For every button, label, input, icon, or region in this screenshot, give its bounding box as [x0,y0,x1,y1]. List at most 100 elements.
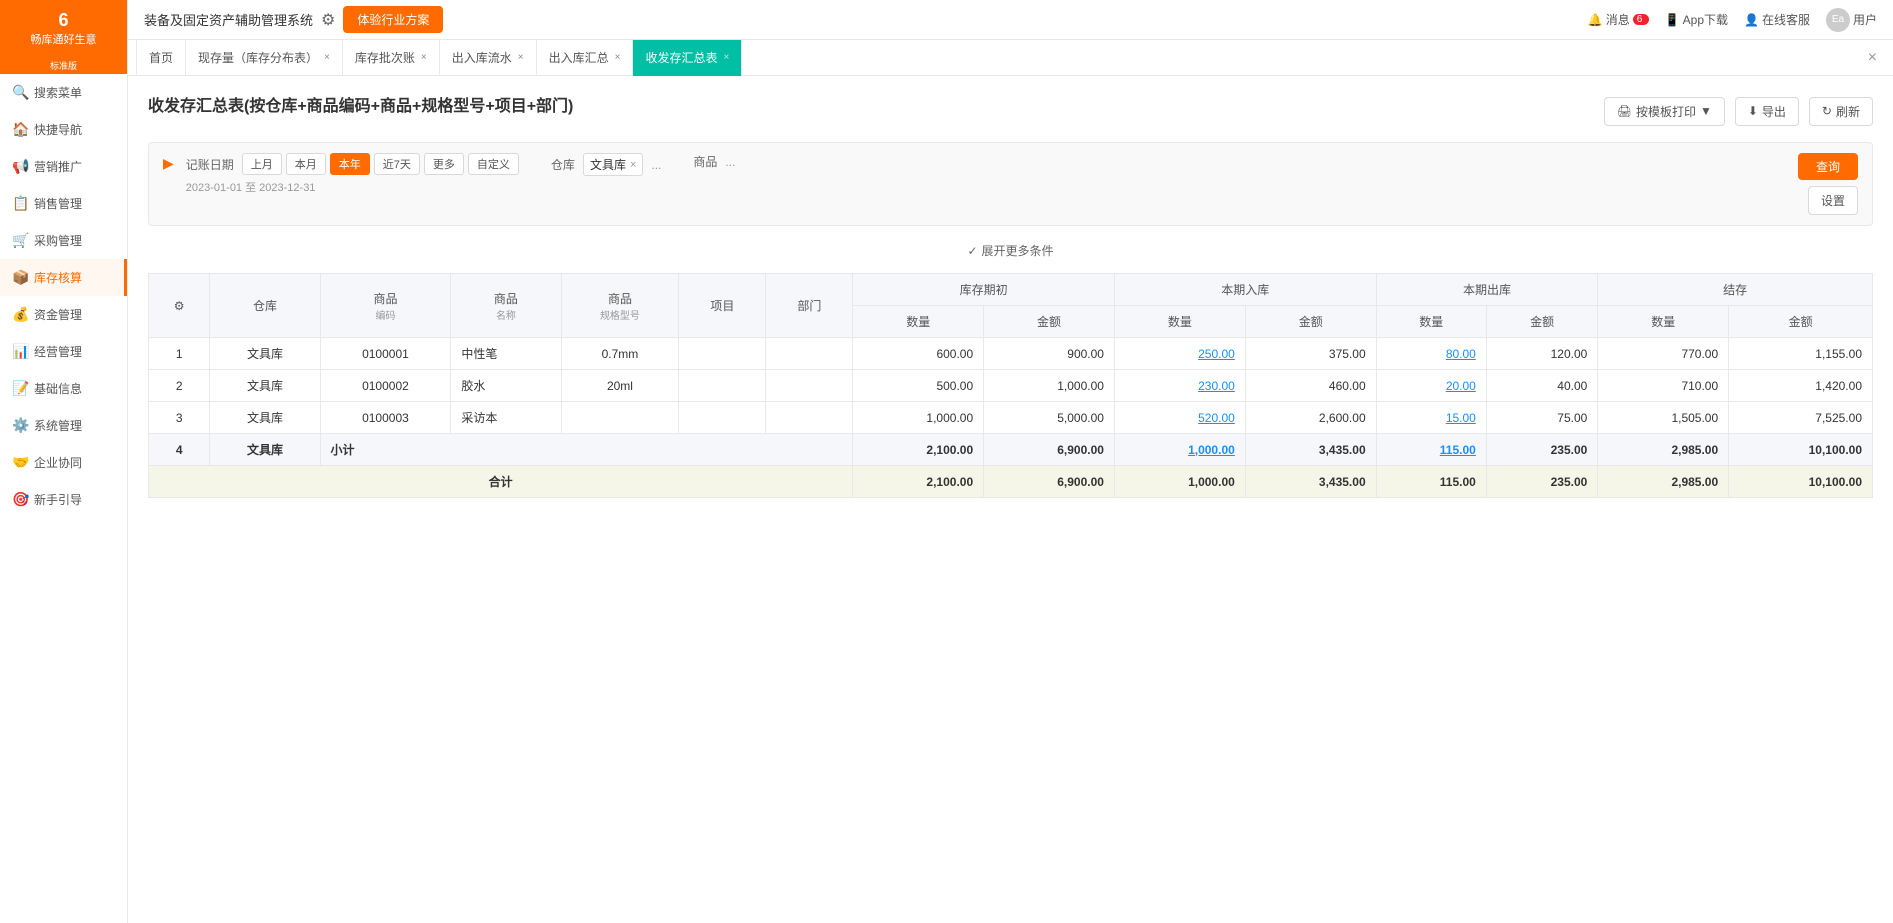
query-button[interactable]: 查询 [1798,153,1858,180]
sidebar-label-operations: 经营管理 [34,343,82,360]
sidebar-item-basic-info[interactable]: 📝 基础信息 [0,370,127,407]
th-name-sub: 名称 [461,307,550,322]
date-btn-more[interactable]: 更多 [424,153,464,175]
th-settings[interactable]: ⚙ [149,274,210,338]
row-open-qty: 500.00 [853,370,984,402]
tab-in-out-summary-close[interactable]: × [615,52,621,63]
message-btn[interactable]: 🔔 消息 6 [1588,11,1649,28]
total-label: 合计 [149,466,853,498]
service-icon: 👤 [1744,13,1759,27]
filter-toggle-arrow[interactable]: ▶ [163,155,174,172]
tab-in-out-flow-close[interactable]: × [518,52,524,63]
print-button[interactable]: 🖨 按模板打印 ▼ [1604,97,1725,126]
row-warehouse: 文具库 [210,338,320,370]
set-button[interactable]: 设置 [1808,186,1858,215]
tabs-close-all-btn[interactable]: × [1860,49,1885,67]
sidebar-label-purchase: 采购管理 [34,232,82,249]
date-filter-label: 记账日期 [186,156,234,173]
row-dept [766,370,853,402]
user-area[interactable]: Ea 用户 [1826,8,1877,32]
row-open-amt: 1,000.00 [984,370,1115,402]
warehouse-tag-remove[interactable]: × [630,159,636,171]
warehouse-more-btn[interactable]: ... [651,158,661,172]
date-btn-7days[interactable]: 近7天 [374,153,420,175]
sales-icon: 📋 [12,195,28,212]
sidebar-item-search[interactable]: 🔍 搜索菜单 [0,74,127,111]
sidebar-item-marketing[interactable]: 📢 营销推广 [0,148,127,185]
row-warehouse: 文具库 [210,402,320,434]
th-spec-sub: 规格型号 [572,307,669,322]
app-download-btn[interactable]: 📱 App下载 [1665,11,1728,28]
main-area: 装备及固定资产辅助管理系统 ⚙ 体验行业方案 🔔 消息 6 📱 App下载 👤 … [128,0,1893,923]
sidebar-item-enterprise[interactable]: 🤝 企业协同 [0,444,127,481]
row-out-qty[interactable]: 15.00 [1376,402,1486,434]
row-project [679,402,766,434]
tab-in-out-flow[interactable]: 出入库流水 × [440,40,537,76]
subtotal-num: 4 [149,434,210,466]
row-out-amt: 40.00 [1486,370,1597,402]
purchase-icon: 🛒 [12,232,28,249]
sidebar-item-sales[interactable]: 📋 销售管理 [0,185,127,222]
row-warehouse: 文具库 [210,370,320,402]
row-out-qty[interactable]: 20.00 [1376,370,1486,402]
sidebar-item-finance[interactable]: 💰 资金管理 [0,296,127,333]
sidebar-item-operations[interactable]: 📊 经营管理 [0,333,127,370]
sidebar-item-purchase[interactable]: 🛒 采购管理 [0,222,127,259]
row-in-amt: 2,600.00 [1245,402,1376,434]
subtotal-in-qty[interactable]: 1,000.00 [1114,434,1245,466]
goods-more-btn[interactable]: ... [725,155,735,169]
tab-home-label: 首页 [149,49,173,66]
table-row: 1 文具库 0100001 中性笔 0.7mm 600.00 900.00 25… [149,338,1873,370]
tab-stock-dist-close[interactable]: × [324,52,330,63]
subtotal-out-qty[interactable]: 115.00 [1376,434,1486,466]
sidebar-item-guide[interactable]: 🎯 新手引导 [0,481,127,518]
date-btn-this-year[interactable]: 本年 [330,153,370,175]
refresh-button[interactable]: ↻ 刷新 [1809,97,1873,126]
report-container: 收发存汇总表(按仓库+商品编码+商品+规格型号+项目+部门) 🖨 按模板打印 ▼… [128,76,1893,923]
row-open-qty: 600.00 [853,338,984,370]
trial-button[interactable]: 体验行业方案 [343,6,443,33]
th-in-qty: 数量 [1114,306,1245,338]
settings-icon[interactable]: ⚙ [321,10,335,30]
row-num: 1 [149,338,210,370]
row-in-qty[interactable]: 250.00 [1114,338,1245,370]
tab-in-out-summary[interactable]: 出入库汇总 × [537,40,634,76]
th-bal-qty: 数量 [1598,306,1729,338]
sidebar-item-quick-nav[interactable]: 🏠 快捷导航 [0,111,127,148]
tab-batch-close[interactable]: × [421,52,427,63]
operations-icon: 📊 [12,343,28,360]
export-button[interactable]: ⬇ 导出 [1735,97,1799,126]
row-in-qty[interactable]: 520.00 [1114,402,1245,434]
th-code-main: 商品 [331,290,441,307]
tab-recv-send-close[interactable]: × [723,52,729,63]
sidebar-item-inventory[interactable]: 📦 库存核算 [0,259,127,296]
tab-home[interactable]: 首页 [136,40,186,76]
expand-conditions-btn[interactable]: ✓ 展开更多条件 [148,238,1873,263]
date-btn-custom[interactable]: 自定义 [468,153,519,175]
header-right: 🔔 消息 6 📱 App下载 👤 在线客服 Ea 用户 [1588,8,1877,32]
header-left: 装备及固定资产辅助管理系统 ⚙ 体验行业方案 [144,6,443,33]
th-group-out: 本期出库 [1376,274,1598,306]
row-open-amt: 5,000.00 [984,402,1115,434]
row-in-qty[interactable]: 230.00 [1114,370,1245,402]
tab-batch[interactable]: 库存批次账 × [343,40,440,76]
th-code-sub: 编码 [331,307,441,322]
sidebar-label-quick-nav: 快捷导航 [34,121,82,138]
warehouse-tag-value: 文具库 [590,156,626,173]
tab-stock-dist[interactable]: 现存量（库存分布表） × [186,40,343,76]
online-service-btn[interactable]: 👤 在线客服 [1744,11,1810,28]
sidebar-label-basic-info: 基础信息 [34,380,82,397]
total-in-qty: 1,000.00 [1114,466,1245,498]
sidebar-item-system[interactable]: ⚙️ 系统管理 [0,407,127,444]
date-btn-last-month[interactable]: 上月 [242,153,282,175]
sidebar-label-inventory: 库存核算 [34,269,82,286]
sidebar-label-enterprise: 企业协同 [34,454,82,471]
tab-recv-send[interactable]: 收发存汇总表 × [633,40,742,76]
total-out-amt: 235.00 [1486,466,1597,498]
row-in-amt: 375.00 [1245,338,1376,370]
date-btn-this-month[interactable]: 本月 [286,153,326,175]
subtotal-warehouse: 文具库 [210,434,320,466]
row-out-qty[interactable]: 80.00 [1376,338,1486,370]
avatar: Ea [1826,8,1850,32]
report-title: 收发存汇总表(按仓库+商品编码+商品+规格型号+项目+部门) [148,92,573,116]
